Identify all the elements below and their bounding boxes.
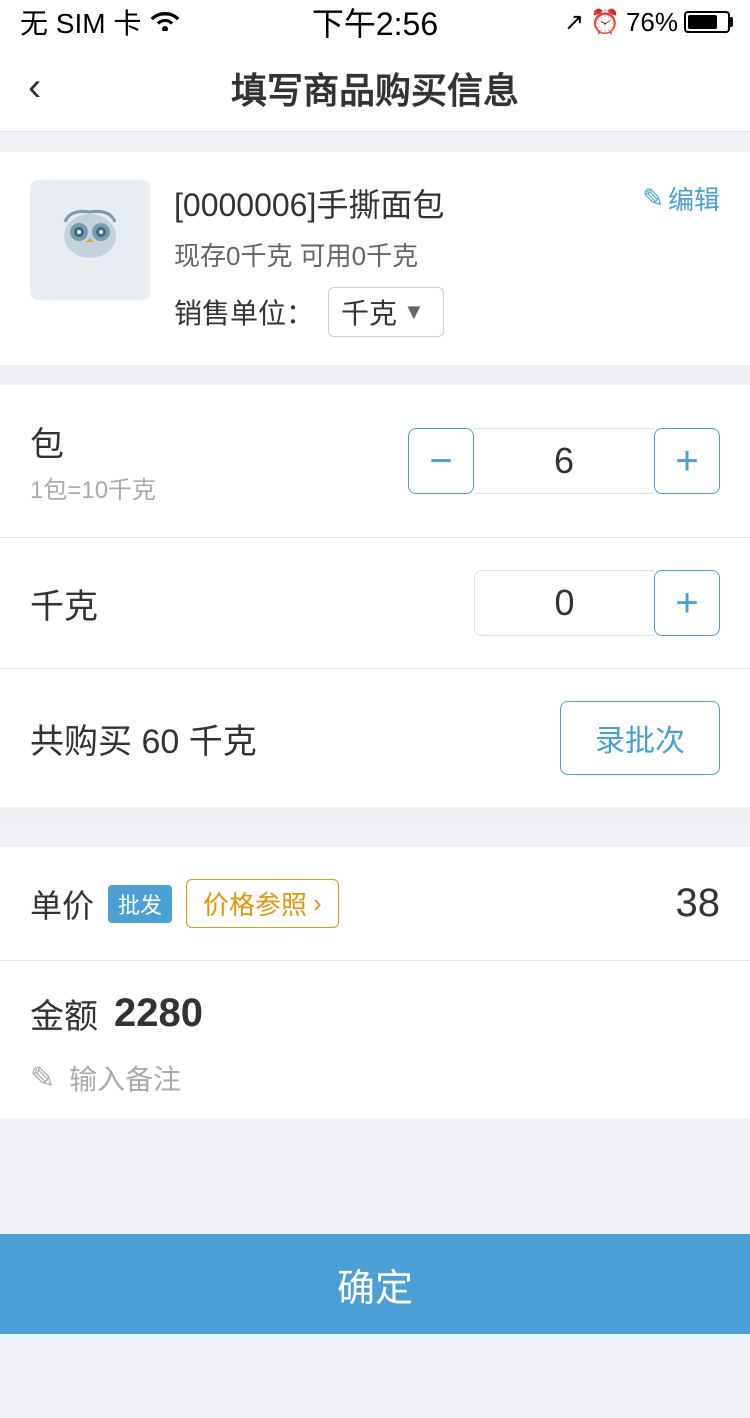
wifi-icon [149,6,181,38]
page-title: 填写商品购买信息 [231,62,519,114]
carrier-text: 无 SIM 卡 [20,2,141,42]
price-tag-pifa: 批发 [108,885,172,923]
record-batch-button[interactable]: 录批次 [560,701,720,775]
separator-1 [0,365,750,385]
product-info: [0000006]手撕面包 ✎ 编辑 现存0千克 可用0千克 销售单位： 千克 … [174,180,720,337]
product-name: [0000006]手撕面包 [174,180,444,226]
confirm-button-label: 确定 [337,1257,413,1312]
alarm-icon: ⏰ [590,8,620,37]
bao-plus-button[interactable]: + [654,428,720,494]
remark-edit-icon: ✎ [30,1061,55,1096]
amount-label: 金额 [30,989,98,1038]
location-icon: ↗ [564,8,584,37]
status-right: ↗ ⏰ 76% [564,7,730,38]
bao-main-label: 包 [30,417,156,466]
separator-2 [0,807,750,827]
confirm-bar[interactable]: 确定 [0,1234,750,1334]
chevron-right-icon: › [313,888,322,919]
edit-button[interactable]: ✎ 编辑 [642,180,720,217]
product-card: [0000006]手撕面包 ✎ 编辑 现存0千克 可用0千克 销售单位： 千克 … [0,152,750,365]
price-ref-button[interactable]: 价格参照 › [186,879,339,928]
bao-input-row: 包 1包=10千克 − + [0,385,750,538]
amount-row: 金额 2280 [30,989,720,1038]
remark-row[interactable]: ✎ 输入备注 [30,1058,720,1098]
status-bar: 无 SIM 卡 下午2:56 ↗ ⏰ 76% [0,0,750,44]
bao-sub-label: 1包=10千克 [30,470,156,505]
back-button[interactable]: ‹ [28,65,41,110]
kg-input-row: 千克 + [0,538,750,669]
remark-placeholder: 输入备注 [69,1058,181,1098]
status-carrier: 无 SIM 卡 [20,2,181,42]
product-stock: 现存0千克 可用0千克 [174,236,720,273]
summary-row: 共购买 60 千克 录批次 [0,669,750,807]
amount-value: 2280 [114,991,203,1036]
bao-quantity-input[interactable] [474,428,654,494]
amount-section: 金额 2280 ✎ 输入备注 [0,961,750,1118]
status-time: 下午2:56 [312,0,438,45]
kg-quantity-input[interactable] [474,570,654,636]
price-left: 单价 批发 价格参照 › [30,879,339,928]
unit-label: 销售单位： [174,292,314,332]
battery-pct-text: 76% [626,7,678,38]
price-label: 单价 [30,881,94,927]
kg-plus-button[interactable]: + [654,570,720,636]
edit-icon: ✎ [642,183,664,214]
chevron-down-icon: ▼ [403,299,425,325]
kg-stepper: + [474,570,720,636]
price-section: 单价 批发 价格参照 › 38 [0,847,750,961]
battery-icon [684,11,730,33]
nav-bar: ‹ 填写商品购买信息 [0,44,750,132]
bao-label: 包 1包=10千克 [30,417,156,505]
product-owl-icon [55,204,125,277]
bao-stepper: − + [408,428,720,494]
price-value: 38 [676,881,721,926]
unit-row: 销售单位： 千克 ▼ [174,287,720,337]
kg-main-label: 千克 [30,579,98,628]
unit-select[interactable]: 千克 ▼ [328,287,444,337]
product-thumbnail [30,180,150,300]
bao-minus-button[interactable]: − [408,428,474,494]
kg-label: 千克 [30,579,98,628]
total-text: 共购买 60 千克 [30,714,257,763]
